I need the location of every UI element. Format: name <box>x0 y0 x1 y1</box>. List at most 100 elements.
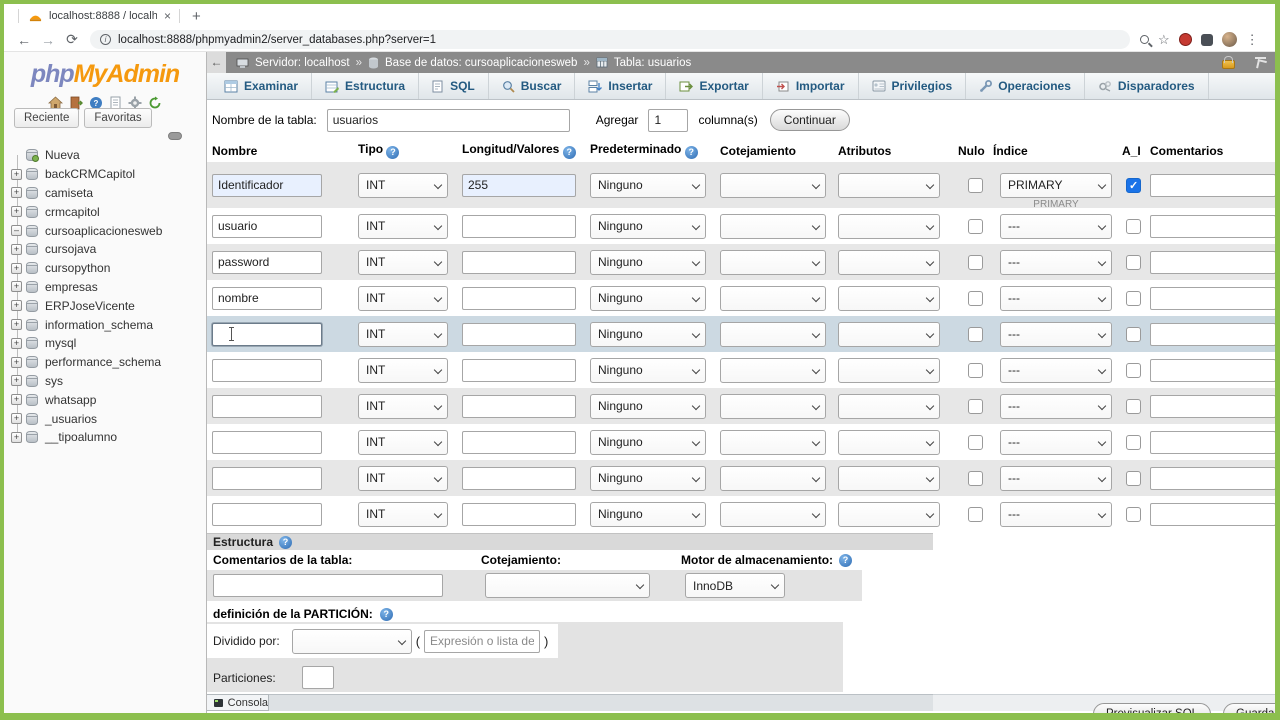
column-default-select[interactable]: Ninguno <box>590 285 706 311</box>
database-name[interactable]: ERPJoseVicente <box>45 299 135 313</box>
auto-increment-checkbox[interactable] <box>1126 506 1141 522</box>
column-length-input[interactable] <box>462 322 576 346</box>
column-default-select[interactable]: Ninguno <box>590 429 706 455</box>
null-checkbox[interactable] <box>968 362 983 378</box>
database-tree-item[interactable]: – cursoaplicacionesweb <box>4 221 206 240</box>
column-type-select[interactable]: INT <box>358 249 448 275</box>
column-comments-input[interactable] <box>1150 173 1275 197</box>
bookmark-star-icon[interactable]: ☆ <box>1158 32 1170 48</box>
tab-sql[interactable]: SQL <box>419 73 489 99</box>
column-comments-input[interactable] <box>1150 466 1275 490</box>
tab-disparadores[interactable]: Disparadores <box>1085 73 1209 99</box>
column-index-select[interactable]: --- <box>1000 285 1112 311</box>
back-icon[interactable]: ← <box>12 32 36 48</box>
auto-increment-checkbox[interactable] <box>1126 326 1141 342</box>
column-index-select[interactable]: PRIMARY <box>1000 172 1112 198</box>
help-icon[interactable]: ? <box>839 553 853 567</box>
column-length-input[interactable] <box>462 394 576 418</box>
auto-increment-checkbox[interactable] <box>1126 470 1141 486</box>
column-comments-input[interactable] <box>1150 430 1275 454</box>
reload-icon[interactable]: ⟳ <box>60 31 84 48</box>
column-index-select[interactable]: --- <box>1000 501 1112 527</box>
column-type-select[interactable]: INT <box>358 285 448 311</box>
new-tab-button[interactable]: + <box>192 8 201 25</box>
page-info-icon[interactable]: i <box>100 34 111 45</box>
database-name[interactable]: __tipoalumno <box>45 430 117 444</box>
null-checkbox[interactable] <box>968 326 983 342</box>
column-default-select[interactable]: Ninguno <box>590 321 706 347</box>
column-attributes-select[interactable] <box>838 285 940 311</box>
tree-expander-icon[interactable]: + <box>11 262 22 274</box>
column-collation-select[interactable] <box>720 501 826 527</box>
column-index-select[interactable]: --- <box>1000 357 1112 383</box>
tree-expander-icon[interactable]: + <box>11 206 22 218</box>
column-default-select[interactable]: Ninguno <box>590 249 706 275</box>
column-attributes-select[interactable] <box>838 501 940 527</box>
column-attributes-select[interactable] <box>838 249 940 275</box>
database-tree-item[interactable]: + backCRMCapitol <box>4 165 206 184</box>
auto-increment-checkbox[interactable] <box>1126 398 1141 414</box>
help-icon[interactable]: ? <box>386 146 400 159</box>
database-name[interactable]: empresas <box>45 280 98 294</box>
divided-by-select[interactable] <box>291 628 412 654</box>
tree-expander-icon[interactable]: + <box>11 394 22 406</box>
column-comments-input[interactable] <box>1150 214 1275 238</box>
column-collation-select[interactable] <box>720 321 826 347</box>
tab-examinar[interactable]: Examinar <box>211 73 313 99</box>
database-tree-item[interactable]: + mysql <box>4 334 206 353</box>
add-columns-input[interactable] <box>648 108 689 132</box>
column-comments-input[interactable] <box>1150 322 1275 346</box>
column-attributes-select[interactable] <box>838 321 940 347</box>
tab-operaciones[interactable]: Operaciones <box>966 73 1085 99</box>
database-name[interactable]: whatsapp <box>45 393 96 407</box>
column-length-input[interactable] <box>462 502 576 526</box>
auto-increment-checkbox[interactable] <box>1126 254 1141 270</box>
auto-increment-checkbox[interactable] <box>1126 362 1141 378</box>
column-name-input[interactable] <box>212 358 322 382</box>
database-tree-item[interactable]: + _usuarios <box>4 409 206 428</box>
column-collation-select[interactable] <box>720 285 826 311</box>
column-default-select[interactable]: Ninguno <box>590 172 706 198</box>
database-tree-item[interactable]: + cursopython <box>4 259 206 278</box>
breadcrumb-server[interactable]: Servidor: localhost <box>255 57 350 69</box>
column-name-input[interactable] <box>212 286 322 310</box>
continue-button[interactable]: Continuar <box>769 109 850 131</box>
auto-increment-checkbox[interactable] <box>1126 177 1141 193</box>
database-tree-item[interactable]: + __tipoalumno <box>4 428 206 447</box>
null-checkbox[interactable] <box>968 398 983 414</box>
tab-buscar[interactable]: Buscar <box>489 73 576 99</box>
help-icon[interactable]: ? <box>379 607 393 621</box>
tree-expander-icon[interactable]: + <box>11 319 22 331</box>
column-length-input[interactable] <box>462 173 576 197</box>
tree-expander-icon[interactable]: + <box>11 431 22 443</box>
zoom-icon[interactable] <box>1140 35 1149 44</box>
column-attributes-select[interactable] <box>838 429 940 455</box>
column-length-input[interactable] <box>462 214 576 238</box>
database-name[interactable]: cursoaplicacionesweb <box>45 224 162 238</box>
null-checkbox[interactable] <box>968 290 983 306</box>
null-checkbox[interactable] <box>968 177 983 193</box>
database-name[interactable]: camiseta <box>45 186 93 200</box>
column-collation-select[interactable] <box>720 393 826 419</box>
console-tab[interactable]: Consola <box>207 694 269 711</box>
column-index-select[interactable]: --- <box>1000 429 1112 455</box>
column-comments-input[interactable] <box>1150 358 1275 382</box>
help-icon[interactable]: ? <box>562 146 576 159</box>
database-name[interactable]: information_schema <box>45 318 153 332</box>
extension-red-icon[interactable] <box>1178 33 1192 46</box>
null-checkbox[interactable] <box>968 506 983 522</box>
column-attributes-select[interactable] <box>838 172 940 198</box>
tree-expander-icon[interactable]: + <box>11 375 22 387</box>
favorites-tab[interactable]: Favoritas <box>84 108 152 128</box>
column-default-select[interactable]: Ninguno <box>590 501 706 527</box>
null-checkbox[interactable] <box>968 218 983 234</box>
null-checkbox[interactable] <box>968 470 983 486</box>
column-attributes-select[interactable] <box>838 357 940 383</box>
column-index-select[interactable]: --- <box>1000 465 1112 491</box>
url-bar[interactable]: i localhost:8888/phpmyadmin2/server_data… <box>90 30 1130 49</box>
tab-privilegios[interactable]: Privilegios <box>859 73 967 99</box>
column-length-input[interactable] <box>462 430 576 454</box>
column-name-input[interactable] <box>212 394 322 418</box>
database-tree-item[interactable]: + performance_schema <box>4 353 206 372</box>
database-tree-item[interactable]: + empresas <box>4 278 206 297</box>
